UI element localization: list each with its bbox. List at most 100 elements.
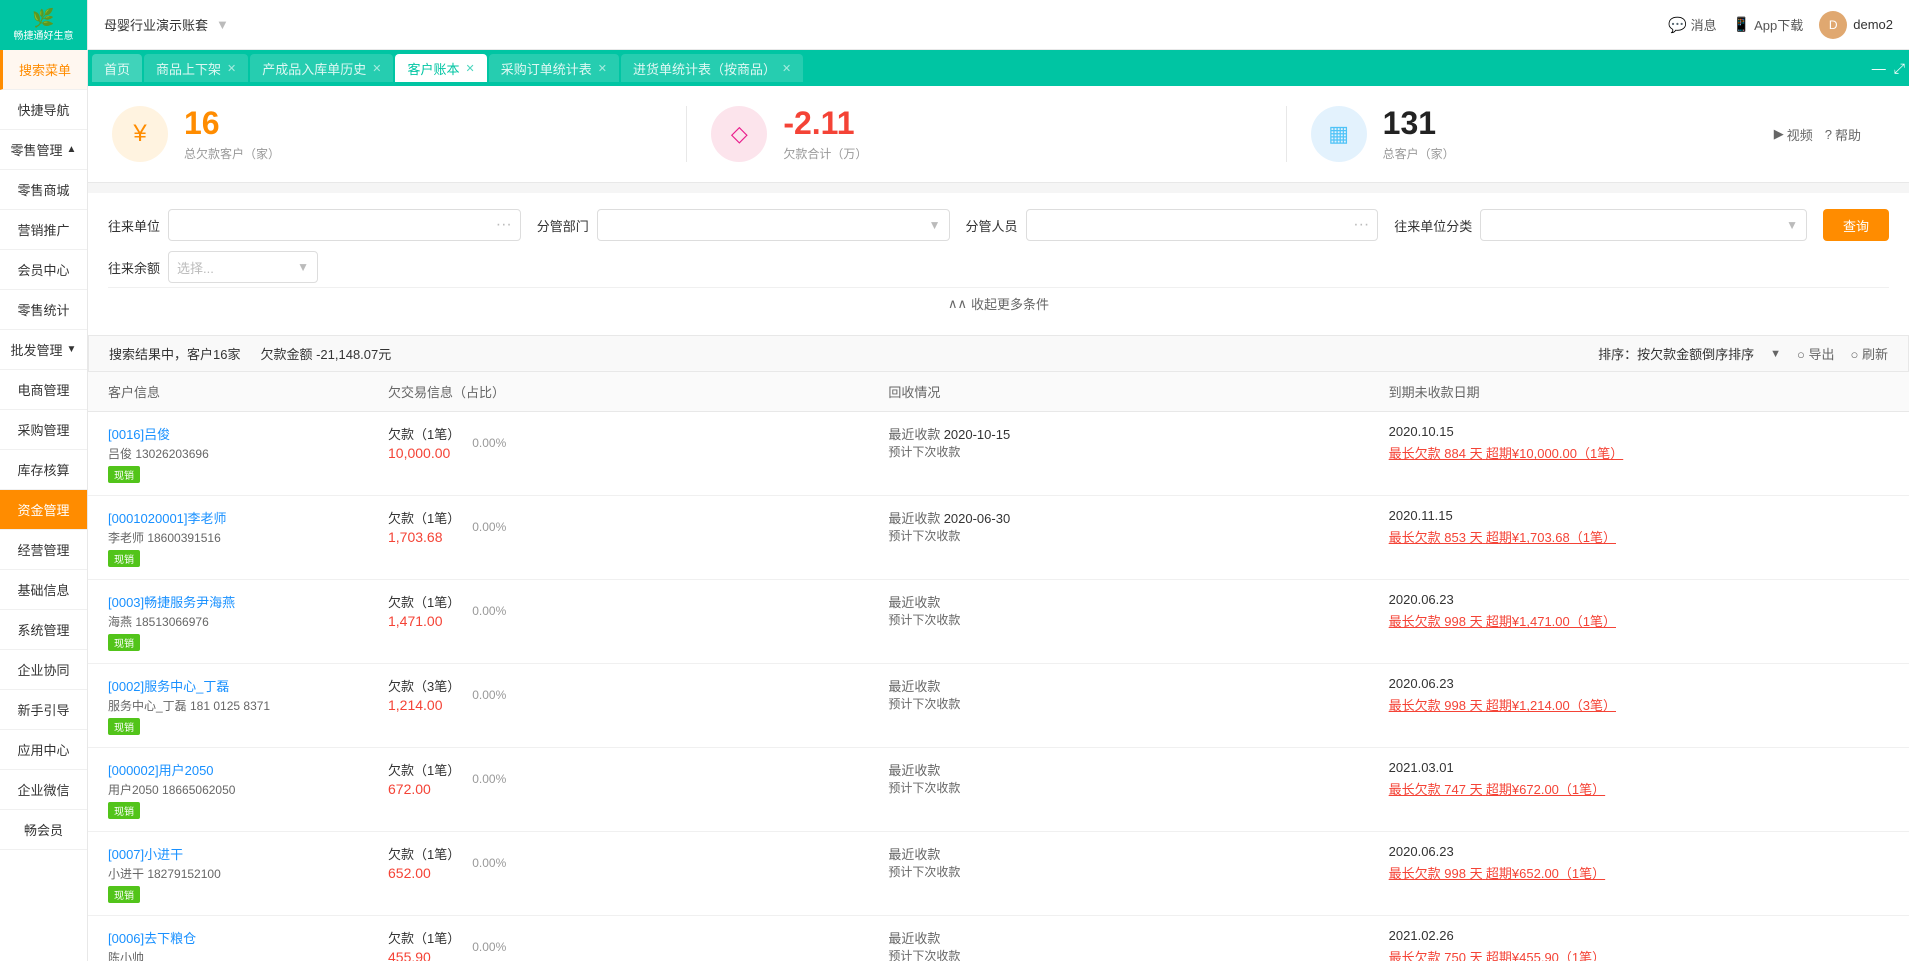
debt-customers-label: 总欠款客户（家） <box>184 145 280 162</box>
overdue-info[interactable]: 最长欠款 998 天 超期¥1,471.00（1笔） <box>1389 611 1889 630</box>
tab-purchase-stat[interactable]: 进货单统计表（按商品） ✕ <box>621 54 803 82</box>
category-label: 往来单位分类 <box>1394 216 1472 235</box>
recovery-cell: 最近收款 预计下次收款 <box>888 592 1388 628</box>
supplier-input[interactable]: ··· <box>168 209 521 241</box>
sidebar-item-enterprise-wechat[interactable]: 企业微信 <box>0 770 87 810</box>
export-button[interactable]: ○ 导出 <box>1797 344 1835 363</box>
tabs-bar-end: — ⤢ <box>1872 60 1905 77</box>
balance-select[interactable]: 选择... ▼ <box>168 251 318 283</box>
debt-count: 欠款（1笔） <box>388 844 460 863</box>
overdue-info[interactable]: 最长欠款 750 天 超期¥455.90（1笔） <box>1389 947 1889 961</box>
tab-product-shelf[interactable]: 商品上下架 ✕ <box>144 54 248 82</box>
table-row: [0006]去下粮仓 陈小帅 现销 欠款（1笔） 455.90 0.00% 最近… <box>88 916 1909 961</box>
sidebar-item-retail-mgmt[interactable]: 零售管理 ▲ <box>0 130 87 170</box>
sidebar-item-member[interactable]: 会员中心 <box>0 250 87 290</box>
due-date: 2021.03.01 <box>1389 760 1889 775</box>
customer-name-link[interactable]: [0007]小进干 <box>108 844 388 863</box>
tab-purchase-order[interactable]: 采购订单统计表 ✕ <box>489 54 619 82</box>
overdue-info[interactable]: 最长欠款 998 天 超期¥1,214.00（3笔） <box>1389 695 1889 714</box>
sidebar-item-inventory[interactable]: 库存核算 <box>0 450 87 490</box>
tab-production-history[interactable]: 产成品入库单历史 ✕ <box>250 54 393 82</box>
sidebar-item-business[interactable]: 经营管理 <box>0 530 87 570</box>
sidebar-item-purchase[interactable]: 采购管理 <box>0 410 87 450</box>
sidebar-item-vip-member[interactable]: 畅会员 <box>0 810 87 850</box>
customer-name-link[interactable]: [0016]吕俊 <box>108 424 388 443</box>
refresh-button[interactable]: ○ 刷新 <box>1851 344 1889 363</box>
message-button[interactable]: 💬 消息 <box>1668 15 1717 34</box>
due-date: 2020.06.23 <box>1389 676 1889 691</box>
sidebar-item-guide[interactable]: 新手引导 <box>0 690 87 730</box>
debt-count: 欠款（1笔） <box>388 760 460 779</box>
sidebar-item-search-menu[interactable]: 搜索菜单 <box>0 50 87 90</box>
tab-close-icon[interactable]: ✕ <box>372 62 381 75</box>
overdue-info[interactable]: 最长欠款 747 天 超期¥672.00（1笔） <box>1389 779 1889 798</box>
collapse-filters-button[interactable]: ∧∧ 收起更多条件 <box>108 287 1889 319</box>
phone-icon: 📱 <box>1733 16 1750 33</box>
tab-close-icon[interactable]: ✕ <box>466 62 475 75</box>
help-button[interactable]: ? 帮助 <box>1825 125 1861 144</box>
avatar: D <box>1819 11 1847 39</box>
view-video-button[interactable]: ▶ 视频 <box>1774 125 1813 144</box>
tabs-bar: 首页 商品上下架 ✕ 产成品入库单历史 ✕ 客户账本 ✕ 采购订单统计表 ✕ 进… <box>88 50 1909 86</box>
tab-home[interactable]: 首页 <box>92 54 142 82</box>
app-logo[interactable]: 🌿 畅捷通好生意 <box>0 0 87 50</box>
sidebar-item-marketing[interactable]: 营销推广 <box>0 210 87 250</box>
debt-info-cell: 欠款（1笔） 652.00 0.00% <box>388 844 888 881</box>
tab-close-icon[interactable]: ✕ <box>782 62 791 75</box>
user-menu[interactable]: D demo2 <box>1819 11 1893 39</box>
filter-person: 分管人员 ··· <box>966 209 1379 241</box>
tabs-expand-icon[interactable]: ⤢ <box>1894 60 1905 77</box>
dept-select[interactable]: ▼ <box>597 209 950 241</box>
sidebar-item-fast-nav[interactable]: 快捷导航 <box>0 90 87 130</box>
stat-info-debt-customers: 16 总欠款客户（家） <box>184 106 280 162</box>
table-header: 客户信息 欠交易信息（占比） 回收情况 到期未收款日期 <box>88 372 1909 412</box>
company-dropdown-icon[interactable]: ▼ <box>216 17 229 32</box>
col-customer-info: 客户信息 <box>108 382 388 401</box>
customer-name-link[interactable]: [0002]服务中心_丁磊 <box>108 676 388 695</box>
due-date-cell: 2020.11.15 最长欠款 853 天 超期¥1,703.68（1笔） <box>1389 508 1889 546</box>
more-icon: ··· <box>496 216 512 234</box>
sort-selector[interactable]: 排序：按欠款金额倒序排序 <box>1598 344 1754 363</box>
play-icon: ▶ <box>1774 126 1784 142</box>
query-button[interactable]: 查询 <box>1823 209 1889 241</box>
customer-name-link[interactable]: [0001020001]李老师 <box>108 508 388 527</box>
app-download-button[interactable]: 📱 App下载 <box>1733 15 1804 34</box>
customer-badge: 现销 <box>108 886 140 903</box>
sidebar-item-basic-info[interactable]: 基础信息 <box>0 570 87 610</box>
debt-count: 欠款（1笔） <box>388 424 460 443</box>
chevron-down-icon[interactable]: ▼ <box>1770 348 1781 360</box>
debt-pct: 0.00% <box>472 688 506 702</box>
sidebar-item-ecommerce[interactable]: 电商管理 <box>0 370 87 410</box>
filter-dept: 分管部门 ▼ <box>537 209 950 241</box>
sidebar-item-batch-mgmt[interactable]: 批发管理 ▼ <box>0 330 87 370</box>
tab-close-icon[interactable]: ✕ <box>227 62 236 75</box>
overdue-info[interactable]: 最长欠款 998 天 超期¥652.00（1笔） <box>1389 863 1889 882</box>
overdue-info[interactable]: 最长欠款 884 天 超期¥10,000.00（1笔） <box>1389 443 1889 462</box>
table-row: [0007]小进干 小进干 18279152100 现销 欠款（1笔） 652.… <box>88 832 1909 916</box>
results-summary: 搜索结果中，客户16家 欠款金额 -21,148.07元 <box>109 344 391 363</box>
recovery-cell: 最近收款 预计下次收款 <box>888 760 1388 796</box>
customer-badge: 现销 <box>108 802 140 819</box>
customer-name-link[interactable]: [0006]去下粮仓 <box>108 928 388 947</box>
tab-close-icon[interactable]: ✕ <box>598 62 607 75</box>
sidebar-item-app-center[interactable]: 应用中心 <box>0 730 87 770</box>
tabs-collapse-icon[interactable]: — <box>1872 60 1886 76</box>
person-input[interactable]: ··· <box>1026 209 1379 241</box>
recovery-cell: 最近收款 2020-06-30 预计下次收款 <box>888 508 1388 544</box>
sidebar-item-retail-stat[interactable]: 零售统计 <box>0 290 87 330</box>
customer-name-link[interactable]: [0003]畅捷服务尹海燕 <box>108 592 388 611</box>
debt-count: 欠款（1笔） <box>388 928 460 947</box>
category-select[interactable]: ▼ <box>1480 209 1807 241</box>
tab-customer-account[interactable]: 客户账本 ✕ <box>395 54 486 82</box>
sidebar-item-retail-mall[interactable]: 零售商城 <box>0 170 87 210</box>
debt-count: 欠款（3笔） <box>388 676 460 695</box>
sidebar-item-system[interactable]: 系统管理 <box>0 610 87 650</box>
recovery-cell: 最近收款 2020-10-15 预计下次收款 <box>888 424 1388 460</box>
sidebar-item-finance[interactable]: 资金管理 <box>0 490 87 530</box>
results-actions: 排序：按欠款金额倒序排序 ▼ ○ 导出 ○ 刷新 <box>1598 344 1888 363</box>
sidebar-item-enterprise[interactable]: 企业协同 <box>0 650 87 690</box>
customer-name-link[interactable]: [000002]用户2050 <box>108 760 388 779</box>
company-selector[interactable]: 母婴行业演示账套 <box>104 15 208 34</box>
overdue-info[interactable]: 最长欠款 853 天 超期¥1,703.68（1笔） <box>1389 527 1889 546</box>
filter-row-1: 往来单位 ··· 分管部门 ▼ 分管人员 <box>108 209 1889 241</box>
